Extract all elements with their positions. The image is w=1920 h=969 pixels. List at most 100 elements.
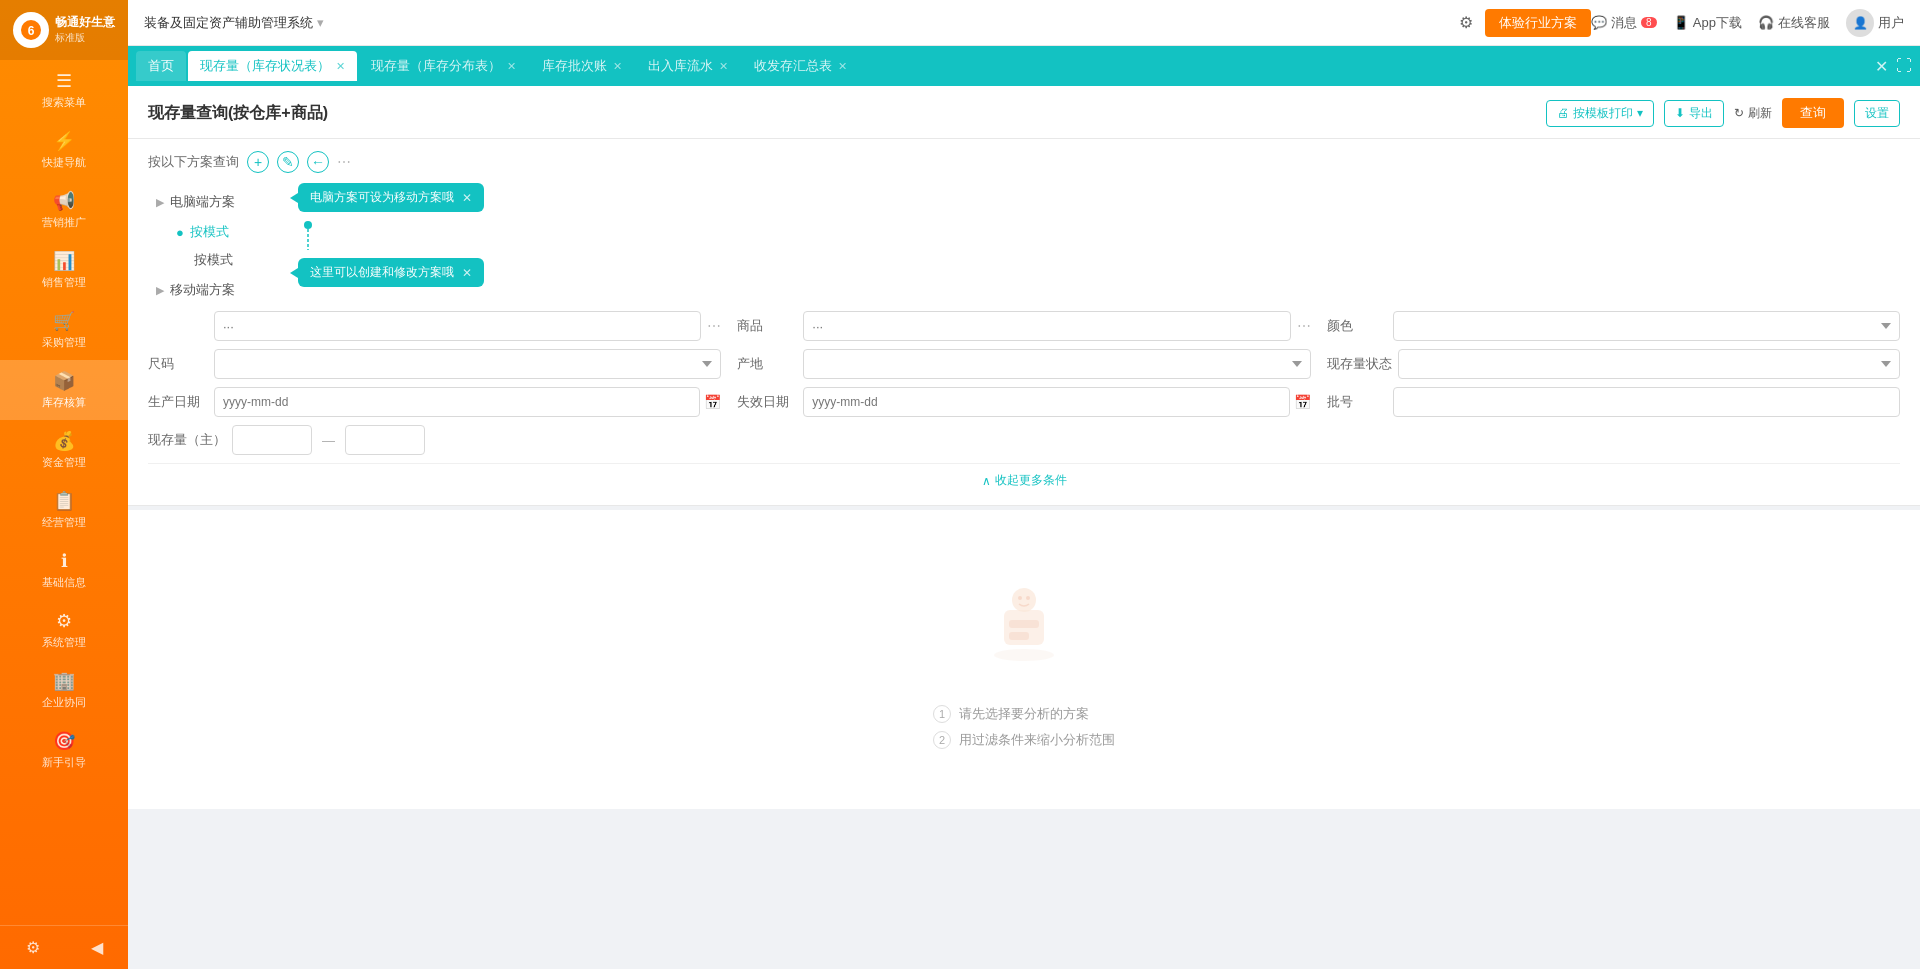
stock-status-select[interactable] — [1398, 349, 1900, 379]
filter-color: 颜色 — [1327, 311, 1900, 341]
warehouse-more-icon[interactable]: ⋯ — [707, 318, 721, 334]
tab-bar-right: ✕ ⛶ — [1875, 57, 1912, 76]
prod-date-range: 📅 — [214, 387, 721, 417]
tab-inout-flow[interactable]: 出入库流水 ✕ — [636, 51, 740, 81]
size-select[interactable] — [214, 349, 721, 379]
create-tooltip-close[interactable]: ✕ — [462, 266, 472, 280]
scheme-by-warehouse[interactable]: 按模式 — [168, 247, 268, 273]
page-header: 现存量查询(按仓库+商品) 🖨 按模板打印 ▾ ⬇ 导出 ↻ 刷新 — [128, 86, 1920, 139]
collapse-row: ∧ 收起更多条件 — [148, 463, 1900, 493]
user-btn[interactable]: 👤 用户 — [1846, 9, 1904, 37]
tab-close-icon[interactable]: ✕ — [838, 60, 847, 73]
sidebar-item-basic-info[interactable]: ℹ 基础信息 — [0, 540, 128, 600]
settings-small-btn[interactable]: 设置 — [1854, 100, 1900, 127]
tab-batch-ledger[interactable]: 库存批次账 ✕ — [530, 51, 634, 81]
tab-close-icon[interactable]: ✕ — [507, 60, 516, 73]
filter-add-btn[interactable]: + — [247, 151, 269, 173]
goods-more-icon[interactable]: ⋯ — [1297, 318, 1311, 334]
system-title-dropdown[interactable]: ▾ — [317, 15, 324, 30]
goods-label: 商品 — [737, 317, 797, 335]
prod-date-calendar-icon[interactable]: 📅 — [704, 394, 721, 410]
header-settings-icon[interactable]: ⚙ — [1459, 13, 1473, 32]
sidebar-item-sales[interactable]: 📊 销售管理 — [0, 240, 128, 300]
print-dropdown-icon: ▾ — [1637, 106, 1643, 120]
origin-select[interactable] — [803, 349, 1310, 379]
search-main-btn[interactable]: 查询 — [1782, 98, 1844, 128]
tip-num-2: 2 — [933, 731, 951, 749]
tab-fullscreen-icon[interactable]: ⛶ — [1896, 57, 1912, 75]
enterprise-icon: 🏢 — [53, 670, 75, 692]
inventory-icon: 📦 — [53, 370, 75, 392]
batch-input[interactable] — [1393, 387, 1900, 417]
export-btn[interactable]: ⬇ 导出 — [1664, 100, 1724, 127]
sidebar-item-label: 库存核算 — [42, 395, 86, 410]
expire-date-calendar-icon[interactable]: 📅 — [1294, 394, 1311, 410]
sidebar-item-label: 销售管理 — [42, 275, 86, 290]
tab-close-icon[interactable]: ✕ — [613, 60, 622, 73]
sidebar-item-label: 快捷导航 — [42, 155, 86, 170]
tab-receipt-summary[interactable]: 收发存汇总表 ✕ — [742, 51, 859, 81]
add-icon: + — [254, 154, 262, 170]
finance-icon: 💰 — [53, 430, 75, 452]
scheme-desktop-sub[interactable]: ● 按模式 — [168, 219, 268, 245]
scheme-desktop[interactable]: ▶ 电脑端方案 — [148, 189, 268, 215]
tab-home[interactable]: 首页 — [136, 51, 186, 81]
tab-inventory-dist[interactable]: 现存量（库存分布表） ✕ — [359, 51, 528, 81]
stock-main-input-end[interactable] — [345, 425, 425, 455]
sales-icon: 📊 — [53, 250, 75, 272]
footer-settings-btn[interactable]: ⚙ — [26, 938, 40, 957]
sidebar-item-label: 系统管理 — [42, 635, 86, 650]
tab-close-icon[interactable]: ✕ — [336, 60, 345, 73]
sidebar-item-search-menu[interactable]: ☰ 搜索菜单 — [0, 60, 128, 120]
tab-inventory-status[interactable]: 现存量（库存状况表） ✕ — [188, 51, 357, 81]
scheme-mobile-arrow: ▶ — [156, 284, 164, 297]
filter-more-icon[interactable]: ⋯ — [337, 154, 351, 170]
prod-date-start[interactable] — [214, 387, 700, 417]
footer-collapse-btn[interactable]: ◀ — [91, 938, 103, 957]
sidebar-item-label: 基础信息 — [42, 575, 86, 590]
stock-main-input[interactable] — [232, 425, 312, 455]
tab-close-icon[interactable]: ✕ — [719, 60, 728, 73]
warehouse-input[interactable] — [214, 311, 701, 341]
sidebar-item-finance[interactable]: 💰 资金管理 — [0, 420, 128, 480]
page-title-row: 现存量查询(按仓库+商品) 🖨 按模板打印 ▾ ⬇ 导出 ↻ 刷新 — [148, 98, 1900, 138]
sidebar-item-quick-nav[interactable]: ⚡ 快捷导航 — [0, 120, 128, 180]
sidebar-item-system[interactable]: ⚙ 系统管理 — [0, 600, 128, 660]
page-actions: 🖨 按模板打印 ▾ ⬇ 导出 ↻ 刷新 查询 设置 — [1546, 98, 1900, 128]
sidebar-item-label: 新手引导 — [42, 755, 86, 770]
color-select[interactable] — [1393, 311, 1900, 341]
sidebar-item-purchase[interactable]: 🛒 采购管理 — [0, 300, 128, 360]
print-btn[interactable]: 🖨 按模板打印 ▾ — [1546, 100, 1654, 127]
phone-icon: 📱 — [1673, 15, 1689, 30]
message-btn[interactable]: 💬 消息 8 — [1591, 14, 1657, 32]
sidebar-item-inventory[interactable]: 📦 库存核算 — [0, 360, 128, 420]
sidebar-item-guide[interactable]: 🎯 新手引导 — [0, 720, 128, 780]
collapse-btn[interactable]: ∧ 收起更多条件 — [982, 472, 1067, 489]
filter-warehouse: ⋯ — [148, 311, 721, 341]
service-icon: 🎧 — [1758, 15, 1774, 30]
origin-label: 产地 — [737, 355, 797, 373]
sidebar-item-operations[interactable]: 📋 经营管理 — [0, 480, 128, 540]
tooltip-desktop-text: 电脑方案可设为移动方案哦 — [310, 189, 454, 206]
experience-btn[interactable]: 体验行业方案 — [1485, 9, 1591, 37]
tip-num-1: 1 — [933, 705, 951, 723]
filter-section: 按以下方案查询 + ✎ ← ⋯ ▶ 电脑端方案 — [128, 139, 1920, 506]
page-title: 现存量查询(按仓库+商品) — [148, 103, 328, 124]
sidebar-item-enterprise[interactable]: 🏢 企业协同 — [0, 660, 128, 720]
online-service-btn[interactable]: 🎧 在线客服 — [1758, 14, 1830, 32]
sidebar-footer: ⚙ ◀ — [0, 925, 128, 969]
filter-edit-btn[interactable]: ✎ — [277, 151, 299, 173]
sidebar-item-marketing[interactable]: 📢 营销推广 — [0, 180, 128, 240]
sidebar-item-label: 企业协同 — [42, 695, 86, 710]
app-download-btn[interactable]: 📱 App下载 — [1673, 14, 1742, 32]
refresh-btn[interactable]: ↻ 刷新 — [1734, 105, 1772, 122]
scheme-mobile[interactable]: ▶ 移动端方案 — [148, 277, 268, 303]
expire-date-start[interactable] — [803, 387, 1289, 417]
print-icon: 🖨 — [1557, 106, 1569, 120]
top-header: 装备及固定资产辅助管理系统 ▾ ⚙ 体验行业方案 💬 消息 8 📱 App下载 … — [128, 0, 1920, 46]
desktop-tooltip-close[interactable]: ✕ — [462, 191, 472, 205]
svg-point-9 — [1018, 596, 1022, 600]
tab-close-all-icon[interactable]: ✕ — [1875, 57, 1888, 76]
goods-input[interactable] — [803, 311, 1290, 341]
filter-back-btn[interactable]: ← — [307, 151, 329, 173]
